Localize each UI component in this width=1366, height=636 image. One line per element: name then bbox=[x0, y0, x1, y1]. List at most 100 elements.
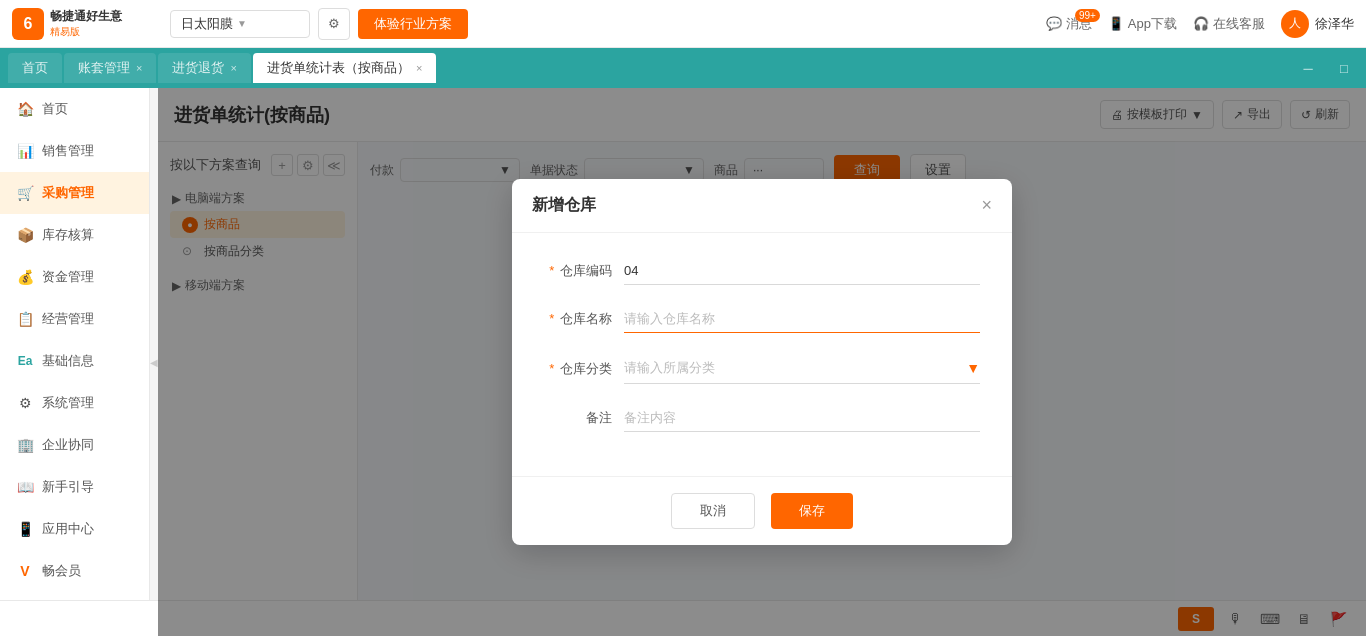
category-placeholder: 请输入所属分类 bbox=[624, 359, 966, 377]
sidebar-home-label: 首页 bbox=[42, 100, 68, 118]
warehouse-note-input[interactable] bbox=[624, 404, 980, 432]
home-icon: 🏠 bbox=[16, 100, 34, 118]
name-required-star: * bbox=[549, 311, 554, 326]
inventory-icon: 📦 bbox=[16, 226, 34, 244]
save-button[interactable]: 保存 bbox=[771, 493, 853, 529]
sidebar-item-vip[interactable]: V 畅会员 bbox=[0, 550, 149, 592]
tab-bar: 首页 账套管理 × 进货退货 × 进货单统计表（按商品） × ─ □ bbox=[0, 48, 1366, 88]
app-edition: 精易版 bbox=[50, 25, 122, 39]
sidebar-finance-label: 资金管理 bbox=[42, 268, 94, 286]
sidebar-item-finance[interactable]: 💰 资金管理 bbox=[0, 256, 149, 298]
tab-account-close-icon[interactable]: × bbox=[136, 62, 142, 74]
sidebar-item-purchase[interactable]: 🛒 采购管理 bbox=[0, 172, 149, 214]
message-icon: 💬 bbox=[1046, 16, 1062, 31]
settings-button[interactable]: ⚙ bbox=[318, 8, 350, 40]
sidebar-item-home[interactable]: 🏠 首页 bbox=[0, 88, 149, 130]
tab-account[interactable]: 账套管理 × bbox=[64, 53, 156, 83]
modal-body: * 仓库编码 * 仓库名称 bbox=[512, 233, 1012, 476]
guide-icon: 📖 bbox=[16, 478, 34, 496]
form-row-note: 备注 bbox=[544, 404, 980, 432]
tab-purchase-stats[interactable]: 进货单统计表（按商品） × bbox=[253, 53, 436, 83]
headset-icon: 🎧 bbox=[1193, 16, 1209, 31]
tab-maximize-button[interactable]: □ bbox=[1330, 54, 1358, 82]
modal-header: 新增仓库 × bbox=[512, 179, 1012, 233]
trial-button[interactable]: 体验行业方案 bbox=[358, 9, 468, 39]
modal-footer: 取消 保存 bbox=[512, 476, 1012, 545]
warehouse-category-select[interactable]: 请输入所属分类 ▼ bbox=[624, 353, 980, 384]
tab-home-label: 首页 bbox=[22, 59, 48, 77]
app-logo: 6 bbox=[12, 8, 44, 40]
main-layout: 🏠 首页 📊 销售管理 🛒 采购管理 📦 库存核算 💰 资金管理 📋 经营管理 … bbox=[0, 88, 1366, 636]
store-selector[interactable]: 日太阳膜 ▼ bbox=[170, 10, 310, 38]
tab-purchase-stats-label: 进货单统计表（按商品） bbox=[267, 59, 410, 77]
purchase-icon: 🛒 bbox=[16, 184, 34, 202]
sidebar-inventory-label: 库存核算 bbox=[42, 226, 94, 244]
tab-purchase-return[interactable]: 进货退货 × bbox=[158, 53, 250, 83]
tab-home[interactable]: 首页 bbox=[8, 53, 62, 83]
finance-icon: 💰 bbox=[16, 268, 34, 286]
app-name-area: 畅捷通好生意 精易版 bbox=[50, 8, 122, 39]
app-center-icon: 📱 bbox=[16, 520, 34, 538]
sidebar-guide-label: 新手引导 bbox=[42, 478, 94, 496]
sidebar-collapse-button[interactable]: ◀ bbox=[150, 88, 158, 636]
collapse-icon: ◀ bbox=[150, 357, 158, 368]
sidebar-basic-info-label: 基础信息 bbox=[42, 352, 94, 370]
phone-icon: 📱 bbox=[1108, 16, 1124, 31]
app-name: 畅捷通好生意 bbox=[50, 8, 122, 25]
gear-icon: ⚙ bbox=[328, 16, 340, 31]
sales-icon: 📊 bbox=[16, 142, 34, 160]
tab-purchase-return-label: 进货退货 bbox=[172, 59, 224, 77]
online-service-button[interactable]: 🎧 在线客服 bbox=[1193, 15, 1265, 33]
modal-overlay: 新增仓库 × * 仓库编码 * bbox=[158, 88, 1366, 636]
form-row-code: * 仓库编码 bbox=[544, 257, 980, 285]
sidebar-purchase-label: 采购管理 bbox=[42, 184, 94, 202]
username: 徐泽华 bbox=[1315, 15, 1354, 33]
sidebar-sales-label: 销售管理 bbox=[42, 142, 94, 160]
sidebar-app-center-label: 应用中心 bbox=[42, 520, 94, 538]
tab-account-label: 账套管理 bbox=[78, 59, 130, 77]
online-service-label: 在线客服 bbox=[1213, 15, 1265, 33]
category-arrow-icon: ▼ bbox=[966, 360, 980, 376]
store-name: 日太阳膜 bbox=[181, 15, 233, 33]
chevron-down-icon: ▼ bbox=[237, 18, 247, 29]
modal-title: 新增仓库 bbox=[532, 195, 596, 216]
tab-bar-actions: ─ □ bbox=[1294, 54, 1358, 82]
cancel-button[interactable]: 取消 bbox=[671, 493, 755, 529]
modal-close-button[interactable]: × bbox=[981, 195, 992, 216]
system-icon: ⚙ bbox=[16, 394, 34, 412]
tab-purchase-return-close-icon[interactable]: × bbox=[230, 62, 236, 74]
code-required-star: * bbox=[549, 263, 554, 278]
sidebar-item-inventory[interactable]: 📦 库存核算 bbox=[0, 214, 149, 256]
warehouse-name-input[interactable] bbox=[624, 305, 980, 333]
sidebar-item-app-center[interactable]: 📱 应用中心 bbox=[0, 508, 149, 550]
vip-icon: V bbox=[16, 562, 34, 580]
app-download-button[interactable]: 📱 App下载 bbox=[1108, 15, 1177, 33]
code-label: * 仓库编码 bbox=[544, 262, 624, 280]
sidebar: 🏠 首页 📊 销售管理 🛒 采购管理 📦 库存核算 💰 资金管理 📋 经营管理 … bbox=[0, 88, 150, 636]
sidebar-enterprise-label: 企业协同 bbox=[42, 436, 94, 454]
sidebar-item-sales[interactable]: 📊 销售管理 bbox=[0, 130, 149, 172]
sidebar-item-enterprise[interactable]: 🏢 企业协同 bbox=[0, 424, 149, 466]
tab-minimize-button[interactable]: ─ bbox=[1294, 54, 1322, 82]
content-area: 进货单统计(按商品) 🖨 按模板打印 ▼ ↗ 导出 ↺ 刷新 bbox=[158, 88, 1366, 636]
message-button[interactable]: 💬 消息 99+ bbox=[1046, 15, 1092, 33]
sidebar-item-basic-info[interactable]: Ea 基础信息 bbox=[0, 340, 149, 382]
modal-dialog: 新增仓库 × * 仓库编码 * bbox=[512, 179, 1012, 545]
sidebar-item-guide[interactable]: 📖 新手引导 bbox=[0, 466, 149, 508]
note-label: 备注 bbox=[544, 409, 624, 427]
sidebar-vip-label: 畅会员 bbox=[42, 562, 81, 580]
avatar: 人 bbox=[1281, 10, 1309, 38]
sidebar-item-system[interactable]: ⚙ 系统管理 bbox=[0, 382, 149, 424]
category-label: * 仓库分类 bbox=[544, 360, 624, 378]
user-area[interactable]: 人 徐泽华 bbox=[1281, 10, 1354, 38]
app-download-label: App下载 bbox=[1128, 15, 1177, 33]
form-row-category: * 仓库分类 请输入所属分类 ▼ bbox=[544, 353, 980, 384]
sidebar-item-operations[interactable]: 📋 经营管理 bbox=[0, 298, 149, 340]
name-label: * 仓库名称 bbox=[544, 310, 624, 328]
operations-icon: 📋 bbox=[16, 310, 34, 328]
basic-info-icon: Ea bbox=[16, 352, 34, 370]
tab-purchase-stats-close-icon[interactable]: × bbox=[416, 62, 422, 74]
warehouse-code-input[interactable] bbox=[624, 257, 980, 285]
header-right: 💬 消息 99+ 📱 App下载 🎧 在线客服 人 徐泽华 bbox=[1046, 10, 1354, 38]
logo-area: 6 畅捷通好生意 精易版 bbox=[12, 8, 162, 40]
